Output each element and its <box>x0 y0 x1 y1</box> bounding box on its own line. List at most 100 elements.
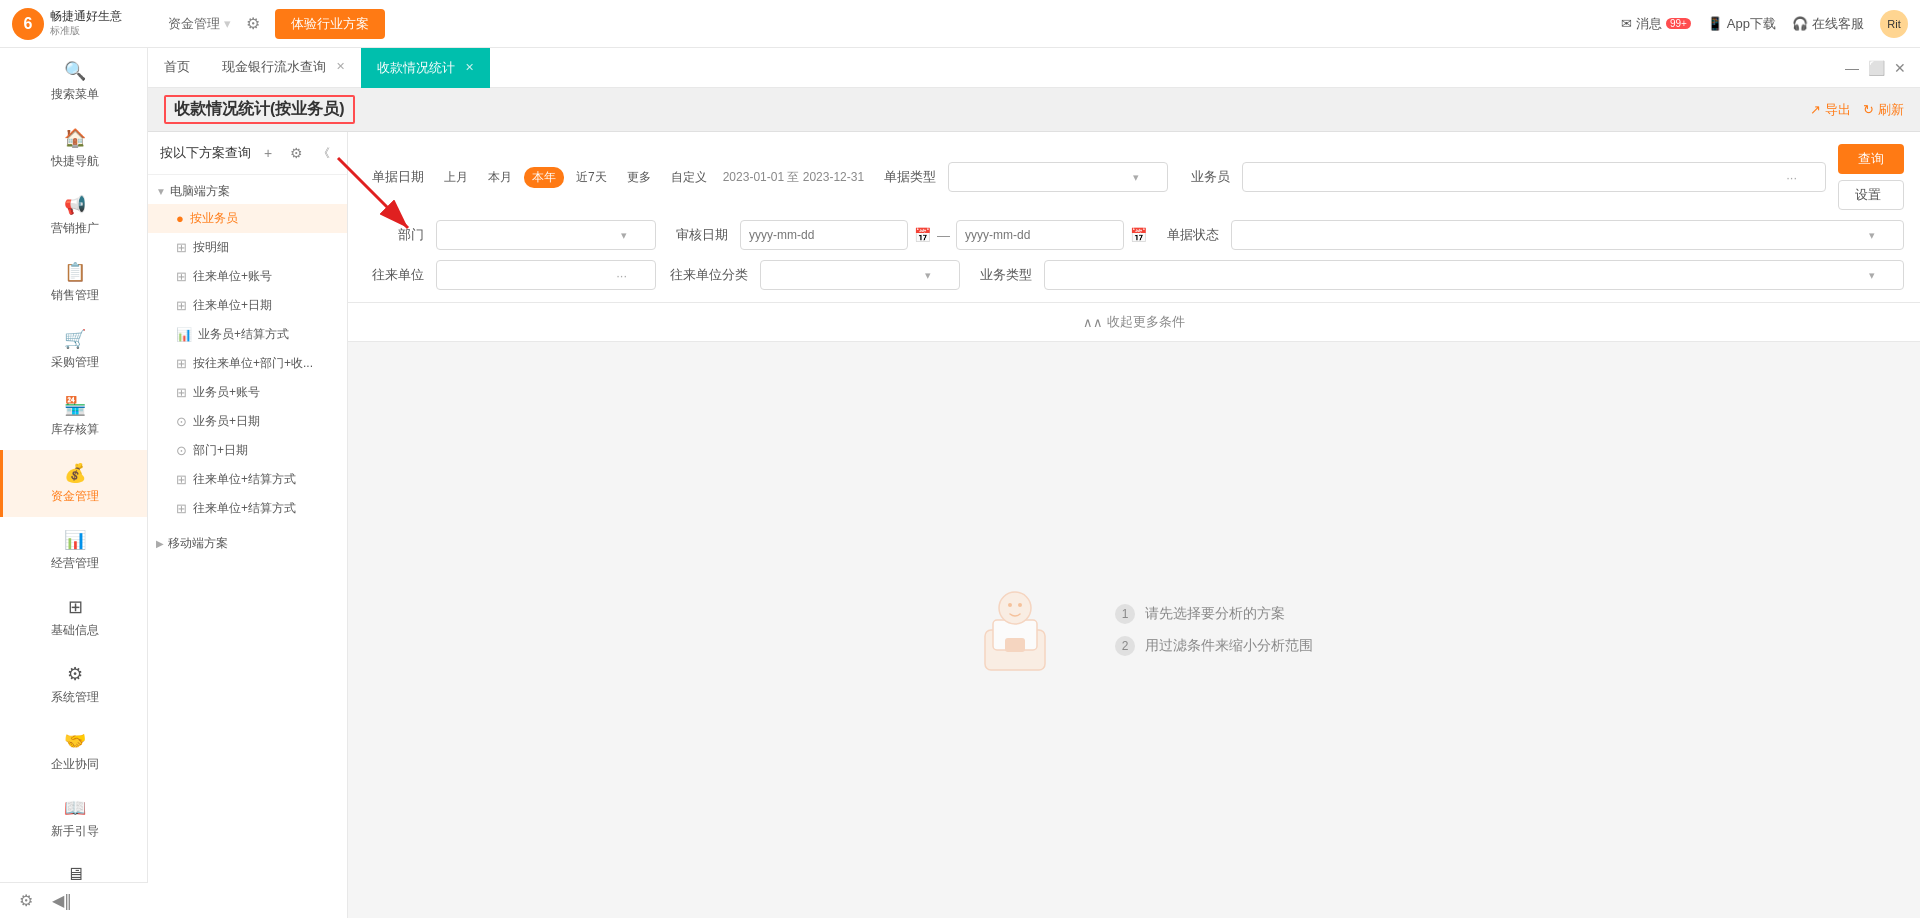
collapse-panel-icon[interactable]: 《 <box>313 142 335 164</box>
refresh-button[interactable]: ↻ 刷新 <box>1863 101 1904 119</box>
bill-status-select[interactable]: ▾ <box>1231 220 1904 250</box>
scheme-item-partner-account[interactable]: ⊞ 往来单位+账号 <box>148 262 347 291</box>
partner-select[interactable]: ··· <box>436 260 656 290</box>
collapse-sidebar-icon[interactable]: ◀‖ <box>48 887 76 915</box>
svg-point-4 <box>1018 603 1022 607</box>
svg-rect-5 <box>1005 638 1025 652</box>
partner-category-select[interactable]: ▾ <box>760 260 960 290</box>
left-panel: 按以下方案查询 + ⚙ 《 <box>148 132 348 918</box>
breadcrumb-chevron-icon: ▾ <box>224 16 231 31</box>
scheme-item-partner-dept[interactable]: ⊞ 按往来单位+部门+收... <box>148 349 347 378</box>
inventory-icon: 🏪 <box>64 395 86 417</box>
dept-chevron-icon: ▾ <box>621 229 627 242</box>
settings-icon[interactable]: ⚙ <box>239 10 267 38</box>
top-bar: 6 畅捷通好生意 标准版 资金管理 ▾ ⚙ 体验行业方案 ✉ 消息 99+ 📱 … <box>0 0 1920 48</box>
date-tab-more[interactable]: 更多 <box>619 167 659 188</box>
scheme-item-salesperson-date[interactable]: ⊙ 业务员+日期 <box>148 407 347 436</box>
add-scheme-button[interactable]: + <box>257 142 279 164</box>
message-icon: ✉ <box>1621 16 1632 31</box>
sales-icon: 📋 <box>64 261 86 283</box>
collapse-up-icon: ∧∧ <box>1083 315 1103 330</box>
sidebar-item-finance[interactable]: 💰 资金管理 <box>0 450 147 517</box>
scheme-item-partner-settle1[interactable]: ⊞ 往来单位+结算方式 <box>148 465 347 494</box>
sidebar-item-sales[interactable]: 📋 销售管理 <box>0 249 147 316</box>
empty-step-2: 2 用过滤条件来缩小分析范围 <box>1115 636 1313 656</box>
window-buttons: — ⬜ ✕ <box>1844 60 1920 76</box>
sidebar-item-guide[interactable]: 📖 新手引导 <box>0 785 147 852</box>
minimize-icon[interactable]: — <box>1844 60 1860 76</box>
mobile-group-title[interactable]: ▶ 移动端方案 <box>148 531 347 556</box>
sidebar-item-system[interactable]: ⚙ 系统管理 <box>0 651 147 718</box>
bill-status-label: 单据状态 <box>1159 226 1219 244</box>
left-panel-header: 按以下方案查询 + ⚙ 《 <box>148 132 347 175</box>
bill-type-label: 单据类型 <box>876 168 936 186</box>
sidebar-item-operations[interactable]: 📊 经营管理 <box>0 517 147 584</box>
review-date-end[interactable] <box>956 220 1124 250</box>
collapse-bar[interactable]: ∧∧ 收起更多条件 <box>348 303 1920 342</box>
bill-type-select[interactable]: ▾ <box>948 162 1168 192</box>
scheme-item-salesperson-settle[interactable]: 📊 业务员+结算方式 <box>148 320 347 349</box>
business-type-chevron-icon: ▾ <box>1869 269 1875 282</box>
app-download-button[interactable]: 📱 App下载 <box>1707 15 1776 33</box>
tab-bank-flow[interactable]: 现金银行流水查询 ✕ <box>206 48 361 88</box>
query-button[interactable]: 查询 <box>1838 144 1904 174</box>
settings-bottom-icon[interactable]: ⚙ <box>12 887 40 915</box>
scheme-item-by-detail[interactable]: ⊞ 按明细 <box>148 233 347 262</box>
settings-button[interactable]: 设置 <box>1838 180 1904 210</box>
scheme-item-partner-date[interactable]: ⊞ 往来单位+日期 <box>148 291 347 320</box>
sidebar-item-purchase[interactable]: 🛒 采购管理 <box>0 316 147 383</box>
business-type-select[interactable]: ▾ <box>1044 260 1904 290</box>
scheme-settings-icon[interactable]: ⚙ <box>285 142 307 164</box>
sidebar-item-enterprise[interactable]: 🤝 企业协同 <box>0 718 147 785</box>
guide-icon: 📖 <box>64 797 86 819</box>
scheme-item-by-salesperson[interactable]: ● 按业务员 <box>148 204 347 233</box>
desktop-group-title[interactable]: ▼ 电脑端方案 <box>148 179 347 204</box>
tab-collection-stats-close-icon[interactable]: ✕ <box>465 61 474 74</box>
calendar-end-icon[interactable]: 📅 <box>1130 227 1147 243</box>
sidebar-item-inventory[interactable]: 🏪 库存核算 <box>0 383 147 450</box>
right-panel: 单据日期 上月 本月 本年 近7天 更多 自定义 2023-01-01 至 20… <box>348 132 1920 918</box>
sidebar-item-marketing[interactable]: 📢 营销推广 <box>0 182 147 249</box>
sidebar-item-quicknav[interactable]: 🏠 快捷导航 <box>0 115 147 182</box>
date-tab-this-month[interactable]: 本月 <box>480 167 520 188</box>
layout: 🔍 搜索菜单 🏠 快捷导航 📢 营销推广 📋 销售管理 🛒 采购管理 🏪 库存核… <box>0 48 1920 918</box>
filter-row-2: 部门 ▾ 审核日期 📅 — 📅 单据状 <box>364 220 1904 250</box>
tab-home[interactable]: 首页 <box>148 48 206 88</box>
export-button[interactable]: ↗ 导出 <box>1810 101 1851 119</box>
logo-icon: 6 <box>12 8 44 40</box>
message-badge: 99+ <box>1666 18 1691 29</box>
dept-label: 部门 <box>364 226 424 244</box>
page-actions: ↗ 导出 ↻ 刷新 <box>1810 101 1904 119</box>
scheme-item-salesperson-account[interactable]: ⊞ 业务员+账号 <box>148 378 347 407</box>
svg-point-2 <box>999 592 1031 624</box>
scheme-item-partner-settle2[interactable]: ⊞ 往来单位+结算方式 <box>148 494 347 523</box>
date-tab-custom[interactable]: 自定义 <box>663 167 715 188</box>
avatar[interactable]: Rit <box>1880 10 1908 38</box>
calendar-start-icon[interactable]: 📅 <box>914 227 931 243</box>
dept-select[interactable]: ▾ <box>436 220 656 250</box>
date-tab-last-month[interactable]: 上月 <box>436 167 476 188</box>
bottom-bar: ⚙ ◀‖ <box>0 882 148 918</box>
tab-bank-flow-close-icon[interactable]: ✕ <box>336 60 345 73</box>
scheme-partner-account-icon: ⊞ <box>176 269 187 284</box>
close-window-icon[interactable]: ✕ <box>1892 60 1908 76</box>
system-icon: ⚙ <box>67 663 83 685</box>
page-title: 收款情况统计(按业务员) <box>164 95 355 124</box>
review-date-start[interactable] <box>740 220 908 250</box>
main-area: 首页 现金银行流水查询 ✕ 收款情况统计 ✕ — ⬜ ✕ 收款情况统计(按业务员… <box>148 48 1920 918</box>
online-service-button[interactable]: 🎧 在线客服 <box>1792 15 1864 33</box>
scheme-item-dept-date[interactable]: ⊙ 部门+日期 <box>148 436 347 465</box>
maximize-icon[interactable]: ⬜ <box>1868 60 1884 76</box>
empty-state-content: 1 请先选择要分析的方案 2 用过滤条件来缩小分析范围 <box>955 570 1313 690</box>
sidebar-item-search[interactable]: 🔍 搜索菜单 <box>0 48 147 115</box>
salesperson-select[interactable]: ··· <box>1242 162 1826 192</box>
sidebar-item-basic[interactable]: ⊞ 基础信息 <box>0 584 147 651</box>
trial-button[interactable]: 体验行业方案 <box>275 9 385 39</box>
date-tab-7days[interactable]: 近7天 <box>568 167 615 188</box>
filter-row-1: 单据日期 上月 本月 本年 近7天 更多 自定义 2023-01-01 至 20… <box>364 144 1904 210</box>
purchase-icon: 🛒 <box>64 328 86 350</box>
date-tab-this-year[interactable]: 本年 <box>524 167 564 188</box>
service-icon: 🎧 <box>1792 16 1808 31</box>
tab-collection-stats[interactable]: 收款情况统计 ✕ <box>361 48 490 88</box>
message-button[interactable]: ✉ 消息 99+ <box>1621 15 1691 33</box>
